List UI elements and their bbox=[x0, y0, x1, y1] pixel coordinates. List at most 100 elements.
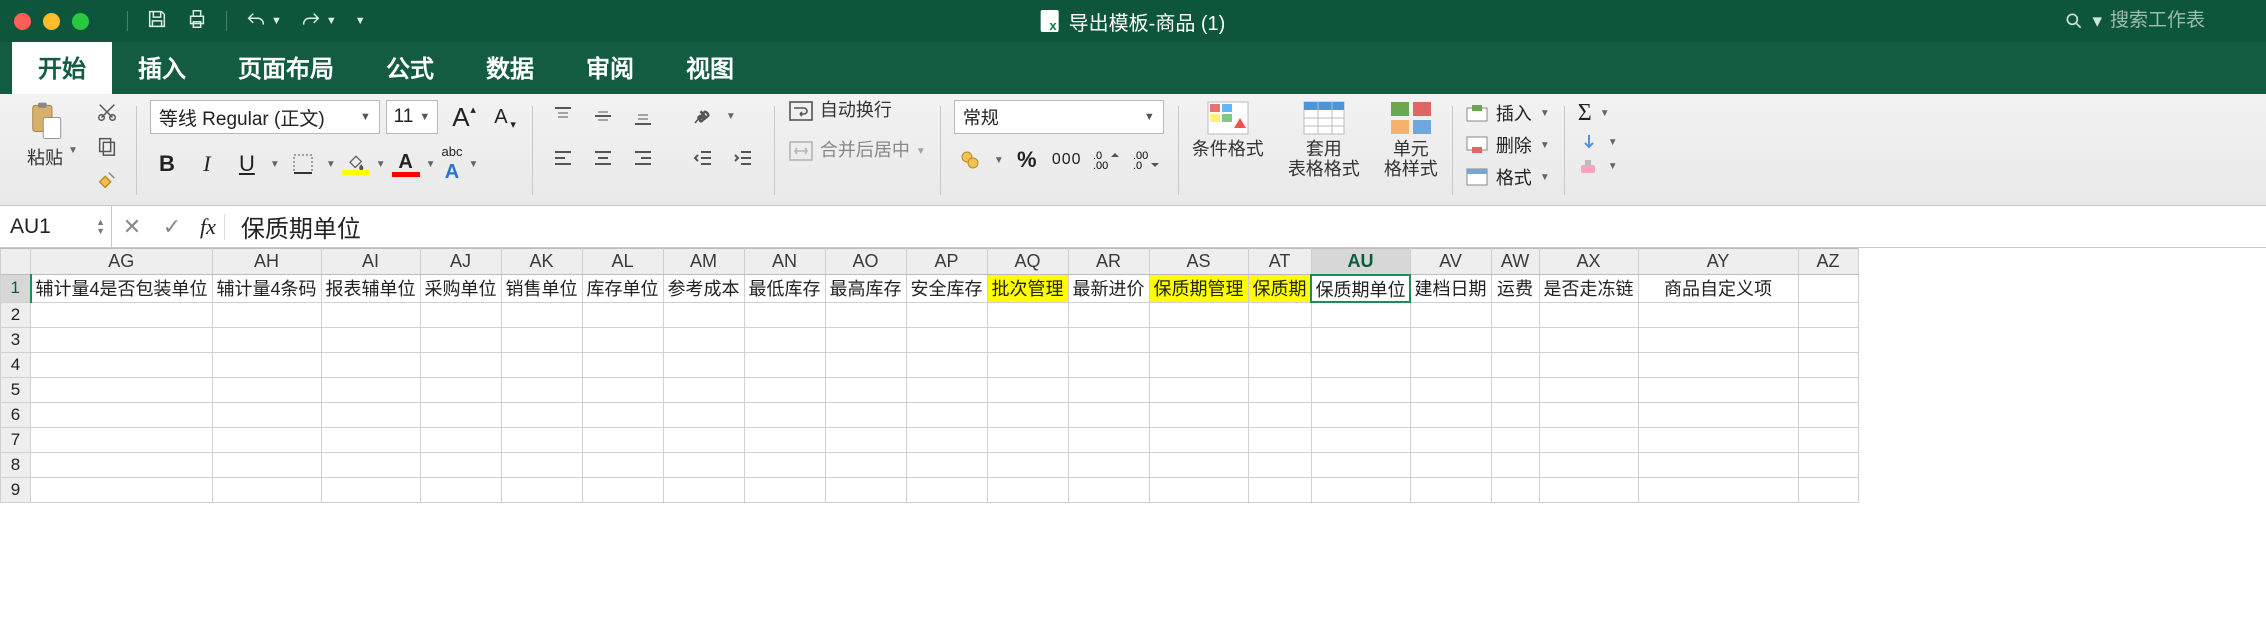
cell-AR5[interactable] bbox=[1068, 377, 1149, 402]
cell-AH2[interactable] bbox=[212, 302, 321, 327]
cell-AS3[interactable] bbox=[1149, 327, 1248, 352]
cut-button[interactable] bbox=[92, 100, 122, 124]
cell-AP7[interactable] bbox=[906, 427, 987, 452]
orientation-button[interactable]: ab bbox=[686, 100, 720, 132]
cancel-entry-button[interactable]: ✕ bbox=[112, 214, 152, 240]
col-header-AZ[interactable]: AZ bbox=[1798, 249, 1858, 275]
cell-AQ1[interactable]: 批次管理 bbox=[987, 275, 1068, 303]
cell-AG5[interactable] bbox=[31, 377, 213, 402]
cell-AL3[interactable] bbox=[582, 327, 663, 352]
cell-AL9[interactable] bbox=[582, 477, 663, 502]
cell-AO3[interactable] bbox=[825, 327, 906, 352]
cell-AV9[interactable] bbox=[1410, 477, 1491, 502]
fx-button[interactable]: fx bbox=[192, 214, 225, 240]
cell-AT2[interactable] bbox=[1248, 302, 1311, 327]
print-icon[interactable] bbox=[186, 8, 208, 35]
cell-AS9[interactable] bbox=[1149, 477, 1248, 502]
cell-AM7[interactable] bbox=[663, 427, 744, 452]
format-painter-button[interactable] bbox=[92, 168, 122, 192]
cell-AI2[interactable] bbox=[321, 302, 420, 327]
cell-AN3[interactable] bbox=[744, 327, 825, 352]
cell-AX2[interactable] bbox=[1539, 302, 1638, 327]
select-all-corner[interactable] bbox=[1, 249, 31, 275]
fill-color-dropdown[interactable]: ▼ bbox=[376, 159, 386, 170]
cell-AK5[interactable] bbox=[501, 377, 582, 402]
row-header-7[interactable]: 7 bbox=[1, 427, 31, 452]
insert-cells-button[interactable]: 插入▼ bbox=[1466, 100, 1550, 126]
cell-AO5[interactable] bbox=[825, 377, 906, 402]
col-header-AW[interactable]: AW bbox=[1491, 249, 1539, 275]
wrap-text-button[interactable]: 自动换行 bbox=[788, 100, 926, 122]
bold-button[interactable]: B bbox=[150, 148, 184, 180]
cell-AI1[interactable]: 报表辅单位 bbox=[321, 275, 420, 303]
cell-AP8[interactable] bbox=[906, 452, 987, 477]
cell-AO4[interactable] bbox=[825, 352, 906, 377]
cell-AU5[interactable] bbox=[1311, 377, 1410, 402]
cell-AZ4[interactable] bbox=[1798, 352, 1858, 377]
font-name-select[interactable]: 等线 Regular (正文)▼ bbox=[150, 100, 380, 134]
cell-AG3[interactable] bbox=[31, 327, 213, 352]
cell-AL8[interactable] bbox=[582, 452, 663, 477]
close-window-button[interactable] bbox=[14, 13, 31, 30]
cell-AJ8[interactable] bbox=[420, 452, 501, 477]
cell-AY4[interactable] bbox=[1638, 352, 1798, 377]
cell-AH7[interactable] bbox=[212, 427, 321, 452]
cell-AZ1[interactable] bbox=[1798, 275, 1858, 303]
redo-button[interactable]: ▼ bbox=[300, 10, 337, 32]
cell-AX3[interactable] bbox=[1539, 327, 1638, 352]
col-header-AS[interactable]: AS bbox=[1149, 249, 1248, 275]
cell-AW3[interactable] bbox=[1491, 327, 1539, 352]
tab-开始[interactable]: 开始 bbox=[12, 39, 112, 94]
cell-AY3[interactable] bbox=[1638, 327, 1798, 352]
cell-AX9[interactable] bbox=[1539, 477, 1638, 502]
cell-AJ2[interactable] bbox=[420, 302, 501, 327]
fill-color-button[interactable] bbox=[342, 154, 370, 175]
cell-AY2[interactable] bbox=[1638, 302, 1798, 327]
cell-AW7[interactable] bbox=[1491, 427, 1539, 452]
cell-AR6[interactable] bbox=[1068, 402, 1149, 427]
phonetic-dropdown[interactable]: ▼ bbox=[469, 159, 479, 170]
cell-AQ3[interactable] bbox=[987, 327, 1068, 352]
paste-dropdown[interactable]: ▼ bbox=[68, 145, 78, 156]
cell-AT8[interactable] bbox=[1248, 452, 1311, 477]
cell-AG2[interactable] bbox=[31, 302, 213, 327]
cell-AU9[interactable] bbox=[1311, 477, 1410, 502]
tab-视图[interactable]: 视图 bbox=[660, 39, 760, 94]
col-header-AL[interactable]: AL bbox=[582, 249, 663, 275]
cell-AI3[interactable] bbox=[321, 327, 420, 352]
cell-AR3[interactable] bbox=[1068, 327, 1149, 352]
cell-AL5[interactable] bbox=[582, 377, 663, 402]
cell-AO1[interactable]: 最高库存 bbox=[825, 275, 906, 303]
font-color-dropdown[interactable]: ▼ bbox=[426, 159, 436, 170]
cell-AT5[interactable] bbox=[1248, 377, 1311, 402]
name-box-stepper[interactable]: ▲▼ bbox=[96, 218, 105, 236]
cell-AP9[interactable] bbox=[906, 477, 987, 502]
merge-center-button[interactable]: 合并后居中 ▼ bbox=[788, 140, 926, 162]
col-header-AG[interactable]: AG bbox=[31, 249, 213, 275]
cell-AO2[interactable] bbox=[825, 302, 906, 327]
cell-AP4[interactable] bbox=[906, 352, 987, 377]
cell-AJ3[interactable] bbox=[420, 327, 501, 352]
font-color-button[interactable]: A bbox=[392, 151, 420, 177]
row-header-3[interactable]: 3 bbox=[1, 327, 31, 352]
row-header-8[interactable]: 8 bbox=[1, 452, 31, 477]
percent-button[interactable]: % bbox=[1010, 144, 1044, 176]
cell-AT6[interactable] bbox=[1248, 402, 1311, 427]
cell-AQ5[interactable] bbox=[987, 377, 1068, 402]
cell-AZ9[interactable] bbox=[1798, 477, 1858, 502]
cell-AJ6[interactable] bbox=[420, 402, 501, 427]
cell-AK7[interactable] bbox=[501, 427, 582, 452]
cell-AJ7[interactable] bbox=[420, 427, 501, 452]
cell-AS8[interactable] bbox=[1149, 452, 1248, 477]
cell-AQ8[interactable] bbox=[987, 452, 1068, 477]
cell-AN7[interactable] bbox=[744, 427, 825, 452]
align-left-button[interactable] bbox=[546, 142, 580, 174]
cell-AR8[interactable] bbox=[1068, 452, 1149, 477]
cell-AK9[interactable] bbox=[501, 477, 582, 502]
cell-AX1[interactable]: 是否走冻链 bbox=[1539, 275, 1638, 303]
cell-AT4[interactable] bbox=[1248, 352, 1311, 377]
border-button[interactable] bbox=[286, 148, 320, 180]
cell-AK8[interactable] bbox=[501, 452, 582, 477]
col-header-AN[interactable]: AN bbox=[744, 249, 825, 275]
cell-AZ6[interactable] bbox=[1798, 402, 1858, 427]
